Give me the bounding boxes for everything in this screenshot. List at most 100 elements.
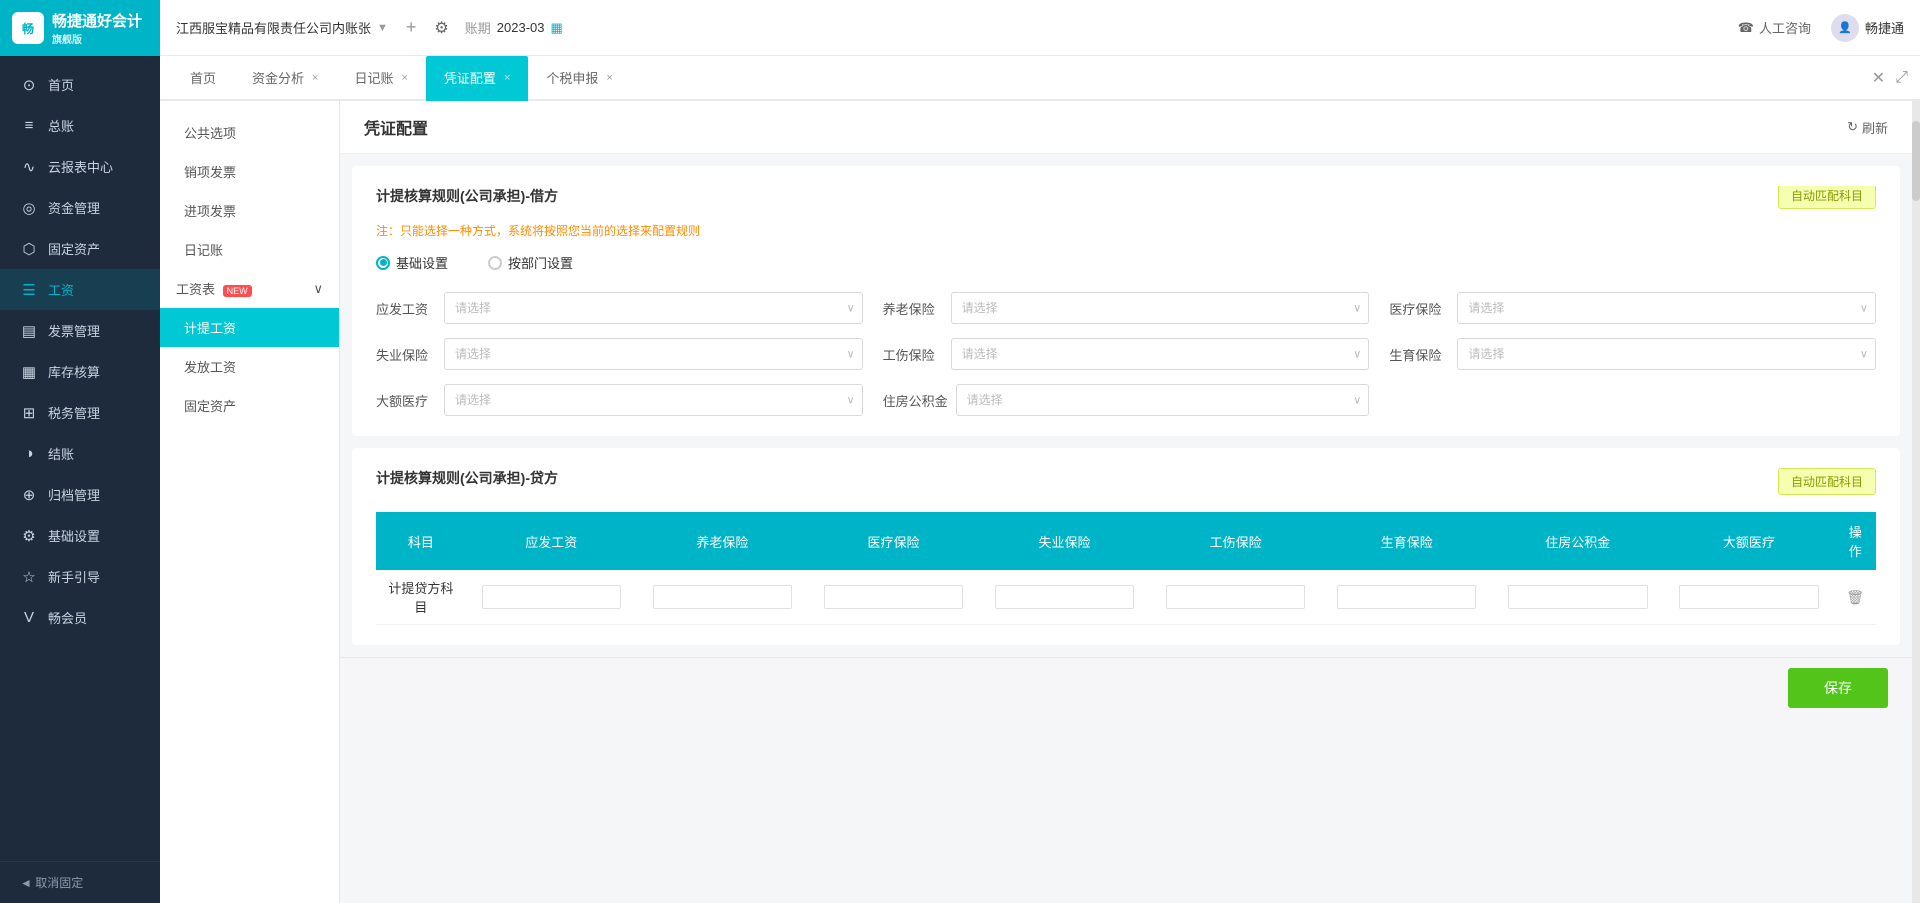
large-medical-select[interactable]: 请选择 xyxy=(444,384,863,416)
basic-icon: ⚙ xyxy=(20,527,38,545)
user-menu[interactable]: 👤 畅捷通 xyxy=(1831,14,1904,42)
form-item-large-medical: 大额医疗 请选择 ∨ xyxy=(376,384,863,416)
sidebar-item-reports[interactable]: ∿ 云报表中心 xyxy=(0,146,160,187)
expand-arrow-icon: ∨ xyxy=(313,281,323,297)
cell-large-medical xyxy=(1663,570,1834,625)
guide-icon: ☆ xyxy=(20,568,38,586)
sidebar-unpin-button[interactable]: ◄ 取消固定 xyxy=(0,861,160,903)
tab-tax-report[interactable]: 个税申报 × xyxy=(528,56,630,101)
sidebar-item-tax[interactable]: ⊞ 税务管理 xyxy=(0,392,160,433)
cell-base-salary-input[interactable] xyxy=(482,585,622,609)
avatar: 👤 xyxy=(1831,14,1859,42)
funds-icon: ◎ xyxy=(20,199,38,217)
page-title: 凭证配置 xyxy=(364,115,428,139)
base-salary-select[interactable]: 请选择 xyxy=(444,292,863,324)
cell-pension-input[interactable] xyxy=(653,585,793,609)
radio-basic-circle xyxy=(376,256,390,270)
sidebar-item-archive[interactable]: ⊕ 归档管理 xyxy=(0,474,160,515)
close-all-icon[interactable]: ✕ xyxy=(1872,68,1885,88)
service-label: 人工咨询 xyxy=(1759,18,1811,37)
cell-medical-input[interactable] xyxy=(824,585,964,609)
nav-pay-salary[interactable]: 发放工资 xyxy=(160,347,339,386)
app-name-wrap: 畅捷通好会计 旗舰版 xyxy=(52,10,142,46)
col-work-injury: 工伤保险 xyxy=(1150,512,1321,570)
sidebar-item-home[interactable]: ⊙ 首页 xyxy=(0,64,160,105)
tab-funds-close[interactable]: × xyxy=(312,72,318,84)
save-bar: 保存 xyxy=(340,657,1912,718)
tab-voucher-config[interactable]: 凭证配置 × xyxy=(426,56,528,101)
tab-voucher-close[interactable]: × xyxy=(504,72,510,84)
add-account-button[interactable]: + xyxy=(400,15,423,40)
nav-sales-invoice[interactable]: 销项发票 xyxy=(160,152,339,191)
nav-public[interactable]: 公共选项 xyxy=(160,113,339,152)
content-header: 凭证配置 ↻ 刷新 xyxy=(340,101,1912,154)
delete-row-button[interactable]: 🗑 xyxy=(1846,589,1864,605)
nav-purchase-invoice[interactable]: 进项发票 xyxy=(160,191,339,230)
tab-journal[interactable]: 日记账 × xyxy=(336,56,425,101)
sidebar-item-funds[interactable]: ◎ 资金管理 xyxy=(0,187,160,228)
maternity-select-wrapper: 请选择 ∨ xyxy=(1457,338,1876,370)
nav-salary-table-group[interactable]: 工资表 NEW ∨ xyxy=(160,269,339,308)
sidebar-item-invoice[interactable]: ▤ 发票管理 xyxy=(0,310,160,351)
tab-home[interactable]: 首页 xyxy=(172,56,234,101)
tab-funds-label: 资金分析 xyxy=(252,68,304,87)
scrollbar-thumb[interactable] xyxy=(1912,121,1920,201)
row-label: 计提贷方科目 xyxy=(376,570,466,625)
cell-work-injury-input[interactable] xyxy=(1166,585,1306,609)
unemployment-select[interactable]: 请选择 xyxy=(444,338,863,370)
sidebar-item-salary[interactable]: ☰ 工资 xyxy=(0,269,160,310)
sidebar-item-inventory[interactable]: ▦ 库存核算 xyxy=(0,351,160,392)
credit-auto-match-button[interactable]: 自动匹配科目 xyxy=(1778,468,1876,495)
service-button[interactable]: ☎ 人工咨询 xyxy=(1738,18,1811,37)
debit-section-note: 注：只能选择一种方式，系统将按照您当前的选择来配置规则 xyxy=(376,222,1876,239)
scrollbar-track[interactable] xyxy=(1912,101,1920,903)
tab-journal-close[interactable]: × xyxy=(401,72,407,84)
sidebar-item-assets[interactable]: ⬡ 固定资产 xyxy=(0,228,160,269)
cell-maternity xyxy=(1321,570,1492,625)
sidebar-item-settle[interactable]: ◑ 结账 xyxy=(0,433,160,474)
credit-table-head: 科目 应发工资 养老保险 医疗保险 失业保险 工伤保险 生育保险 住房公积金 大… xyxy=(376,512,1876,570)
tabs-right-actions: ✕ ⤢ xyxy=(1872,68,1908,88)
col-base-salary: 应发工资 xyxy=(466,512,637,570)
refresh-button[interactable]: ↻ 刷新 xyxy=(1847,118,1888,137)
cell-large-medical-input[interactable] xyxy=(1679,585,1819,609)
tab-tax-close[interactable]: × xyxy=(606,72,612,84)
cell-unemployment-input[interactable] xyxy=(995,585,1135,609)
tax-icon: ⊞ xyxy=(20,404,38,422)
nav-journal[interactable]: 日记账 xyxy=(160,230,339,269)
inventory-icon: ▦ xyxy=(20,363,38,381)
tabs-bar: 首页 资金分析 × 日记账 × 凭证配置 × 个税申报 × ✕ ⤢ xyxy=(160,56,1920,101)
maternity-select[interactable]: 请选择 xyxy=(1457,338,1876,370)
sidebar-item-ledger[interactable]: ≡ 总账 xyxy=(0,105,160,146)
radio-dept[interactable]: 按部门设置 xyxy=(488,253,573,272)
sidebar-logo[interactable]: 畅 畅捷通好会计 旗舰版 xyxy=(0,0,160,56)
nav-calc-salary[interactable]: 计提工资 xyxy=(160,308,339,347)
large-medical-label: 大额医疗 xyxy=(376,391,436,410)
sidebar-item-guide[interactable]: ☆ 新手引导 xyxy=(0,556,160,597)
credit-section-header: 计提核算规则(公司承担)-贷方 自动匹配科目 xyxy=(376,468,1876,498)
pension-select[interactable]: 请选择 xyxy=(951,292,1370,324)
cell-housing-fund-input[interactable] xyxy=(1508,585,1648,609)
housing-fund-select[interactable]: 请选择 xyxy=(956,384,1370,416)
settings-icon[interactable]: ⚙ xyxy=(434,18,448,38)
sidebar: 畅 畅捷通好会计 旗舰版 ⊙ 首页 ≡ 总账 ∿ 云报表中心 ◎ 资金管理 ⬡ … xyxy=(0,0,160,903)
cell-maternity-input[interactable] xyxy=(1337,585,1477,609)
medical-select[interactable]: 请选择 xyxy=(1457,292,1876,324)
base-salary-select-wrapper: 请选择 ∨ xyxy=(444,292,863,324)
period-selector[interactable]: 账期 2023-03 ▦ xyxy=(465,18,563,37)
work-injury-select[interactable]: 请选择 xyxy=(951,338,1370,370)
debit-section-title: 计提核算规则(公司承担)-借方 xyxy=(376,186,1876,206)
period-value: 2023-03 xyxy=(497,20,545,35)
debit-auto-match-button[interactable]: 自动匹配科目 xyxy=(1778,186,1876,209)
settle-icon: ◑ xyxy=(20,445,38,462)
save-button[interactable]: 保存 xyxy=(1788,668,1888,708)
credit-table-header-row: 科目 应发工资 养老保险 医疗保险 失业保险 工伤保险 生育保险 住房公积金 大… xyxy=(376,512,1876,570)
sidebar-item-vip[interactable]: V 畅会员 xyxy=(0,597,160,638)
company-selector[interactable]: 江西服宝精品有限责任公司内账张 ▼ xyxy=(176,18,388,37)
nav-fixed-assets[interactable]: 固定资产 xyxy=(160,386,339,425)
tab-funds[interactable]: 资金分析 × xyxy=(234,56,336,101)
radio-basic[interactable]: 基础设置 xyxy=(376,253,448,272)
unpin-label: ◄ 取消固定 xyxy=(20,874,83,891)
expand-icon[interactable]: ⤢ xyxy=(1895,69,1908,87)
sidebar-item-basic[interactable]: ⚙ 基础设置 xyxy=(0,515,160,556)
